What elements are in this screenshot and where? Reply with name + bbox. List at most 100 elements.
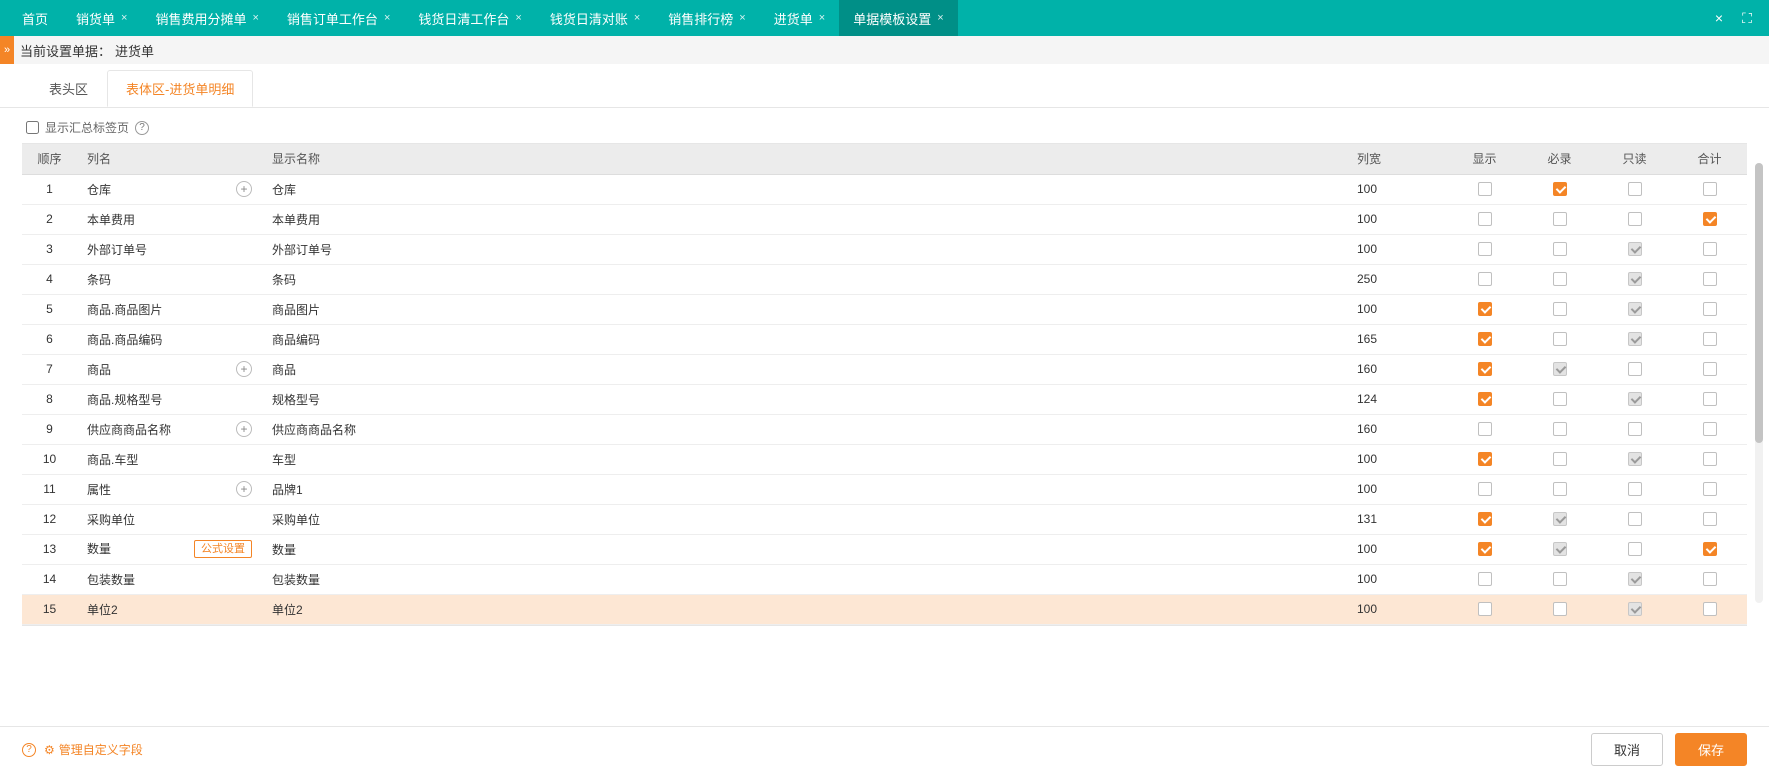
table-row[interactable]: 5商品.商品图片商品图片100 — [22, 294, 1747, 324]
checkbox[interactable] — [1703, 272, 1717, 286]
checkbox[interactable] — [1553, 482, 1567, 496]
cell-display[interactable]: 商品图片 — [262, 294, 1347, 324]
checkbox[interactable] — [1628, 392, 1642, 406]
checkbox[interactable] — [1553, 512, 1567, 526]
checkbox[interactable] — [1553, 332, 1567, 346]
top-tab[interactable]: 钱货日清对账× — [536, 0, 654, 36]
close-icon[interactable]: × — [252, 12, 258, 24]
close-icon[interactable]: × — [634, 12, 640, 24]
checkbox[interactable] — [1703, 482, 1717, 496]
checkbox[interactable] — [1553, 212, 1567, 226]
checkbox[interactable] — [1628, 452, 1642, 466]
table-row[interactable]: 2本单费用本单费用100 — [22, 204, 1747, 234]
top-tab[interactable]: 销售费用分摊单× — [141, 0, 272, 36]
checkbox[interactable] — [1628, 242, 1642, 256]
cell-display[interactable]: 商品 — [262, 354, 1347, 384]
checkbox[interactable] — [1478, 482, 1492, 496]
fullscreen-icon[interactable]: ⛶ — [1733, 4, 1761, 32]
table-row[interactable]: 1仓库+仓库100 — [22, 174, 1747, 204]
checkbox[interactable] — [1553, 242, 1567, 256]
cell-display[interactable]: 供应商商品名称 — [262, 414, 1347, 444]
close-icon[interactable]: × — [819, 12, 825, 24]
table-row[interactable]: 11属性+品牌1100 — [22, 474, 1747, 504]
cell-width[interactable]: 165 — [1347, 324, 1447, 354]
checkbox[interactable] — [1553, 422, 1567, 436]
table-row[interactable]: 4条码条码250 — [22, 264, 1747, 294]
cell-display[interactable]: 单位2 — [262, 594, 1347, 624]
cell-width[interactable]: 160 — [1347, 354, 1447, 384]
checkbox[interactable] — [1703, 602, 1717, 616]
checkbox[interactable] — [1628, 362, 1642, 376]
table-row[interactable]: 8商品.规格型号规格型号124 — [22, 384, 1747, 414]
checkbox[interactable] — [1553, 362, 1567, 376]
close-icon[interactable]: × — [384, 12, 390, 24]
area-tab[interactable]: 表体区-进货单明细 — [107, 70, 253, 107]
cell-display[interactable]: 条码 — [262, 264, 1347, 294]
checkbox[interactable] — [1478, 512, 1492, 526]
close-icon[interactable]: × — [515, 12, 521, 24]
cell-width[interactable]: 100 — [1347, 174, 1447, 204]
cancel-button[interactable]: 取消 — [1591, 733, 1663, 766]
top-tab[interactable]: 销售排行榜× — [654, 0, 759, 36]
checkbox[interactable] — [1553, 302, 1567, 316]
checkbox[interactable] — [1478, 272, 1492, 286]
checkbox[interactable] — [1553, 182, 1567, 196]
close-icon[interactable]: × — [739, 12, 745, 24]
cell-width[interactable]: 100 — [1347, 534, 1447, 564]
cell-display[interactable]: 本单费用 — [262, 204, 1347, 234]
area-tab[interactable]: 表头区 — [30, 70, 107, 107]
checkbox[interactable] — [1628, 602, 1642, 616]
checkbox[interactable] — [1478, 452, 1492, 466]
checkbox[interactable] — [1703, 182, 1717, 196]
plus-icon[interactable]: + — [236, 421, 252, 437]
checkbox[interactable] — [1628, 422, 1642, 436]
checkbox[interactable] — [1703, 542, 1717, 556]
cell-display[interactable]: 外部订单号 — [262, 234, 1347, 264]
top-tab[interactable]: 进货单× — [760, 0, 839, 36]
context-expand-icon[interactable]: » — [0, 36, 14, 64]
checkbox[interactable] — [1628, 332, 1642, 346]
table-row[interactable]: 9供应商商品名称+供应商商品名称160 — [22, 414, 1747, 444]
checkbox[interactable] — [1703, 572, 1717, 586]
top-tab[interactable]: 销售订单工作台× — [273, 0, 404, 36]
cell-display[interactable]: 数量 — [262, 534, 1347, 564]
checkbox[interactable] — [1478, 542, 1492, 556]
plus-icon[interactable]: + — [236, 361, 252, 377]
checkbox[interactable] — [1553, 452, 1567, 466]
scrollbar[interactable] — [1755, 163, 1763, 603]
checkbox[interactable] — [1553, 602, 1567, 616]
table-row[interactable]: 3外部订单号外部订单号100 — [22, 234, 1747, 264]
cell-width[interactable]: 100 — [1347, 564, 1447, 594]
table-row[interactable]: 15单位2单位2100 — [22, 594, 1747, 624]
checkbox[interactable] — [1703, 332, 1717, 346]
plus-icon[interactable]: + — [236, 481, 252, 497]
cell-width[interactable]: 100 — [1347, 474, 1447, 504]
save-button[interactable]: 保存 — [1675, 733, 1747, 766]
checkbox[interactable] — [1553, 572, 1567, 586]
cell-width[interactable]: 124 — [1347, 384, 1447, 414]
cell-width[interactable]: 160 — [1347, 414, 1447, 444]
checkbox[interactable] — [1703, 392, 1717, 406]
plus-icon[interactable]: + — [236, 181, 252, 197]
cell-display[interactable]: 仓库 — [262, 174, 1347, 204]
checkbox[interactable] — [1553, 272, 1567, 286]
top-tab[interactable]: 钱货日清工作台× — [404, 0, 535, 36]
manage-custom-fields-link[interactable]: ? ⚙ 管理自定义字段 — [22, 741, 143, 758]
table-row[interactable]: 12采购单位采购单位131 — [22, 504, 1747, 534]
checkbox[interactable] — [1628, 212, 1642, 226]
cell-width[interactable]: 131 — [1347, 504, 1447, 534]
checkbox[interactable] — [1628, 542, 1642, 556]
top-tab[interactable]: 首页 — [8, 0, 62, 36]
table-row[interactable]: 14包装数量包装数量100 — [22, 564, 1747, 594]
table-row[interactable]: 7商品+商品160 — [22, 354, 1747, 384]
checkbox[interactable] — [1478, 362, 1492, 376]
cell-display[interactable]: 车型 — [262, 444, 1347, 474]
top-tab[interactable]: 单据模板设置× — [839, 0, 957, 36]
cell-width[interactable]: 100 — [1347, 444, 1447, 474]
cell-display[interactable]: 采购单位 — [262, 504, 1347, 534]
checkbox[interactable] — [1628, 272, 1642, 286]
cell-width[interactable]: 100 — [1347, 234, 1447, 264]
checkbox[interactable] — [1478, 212, 1492, 226]
checkbox[interactable] — [1628, 302, 1642, 316]
checkbox[interactable] — [1703, 452, 1717, 466]
